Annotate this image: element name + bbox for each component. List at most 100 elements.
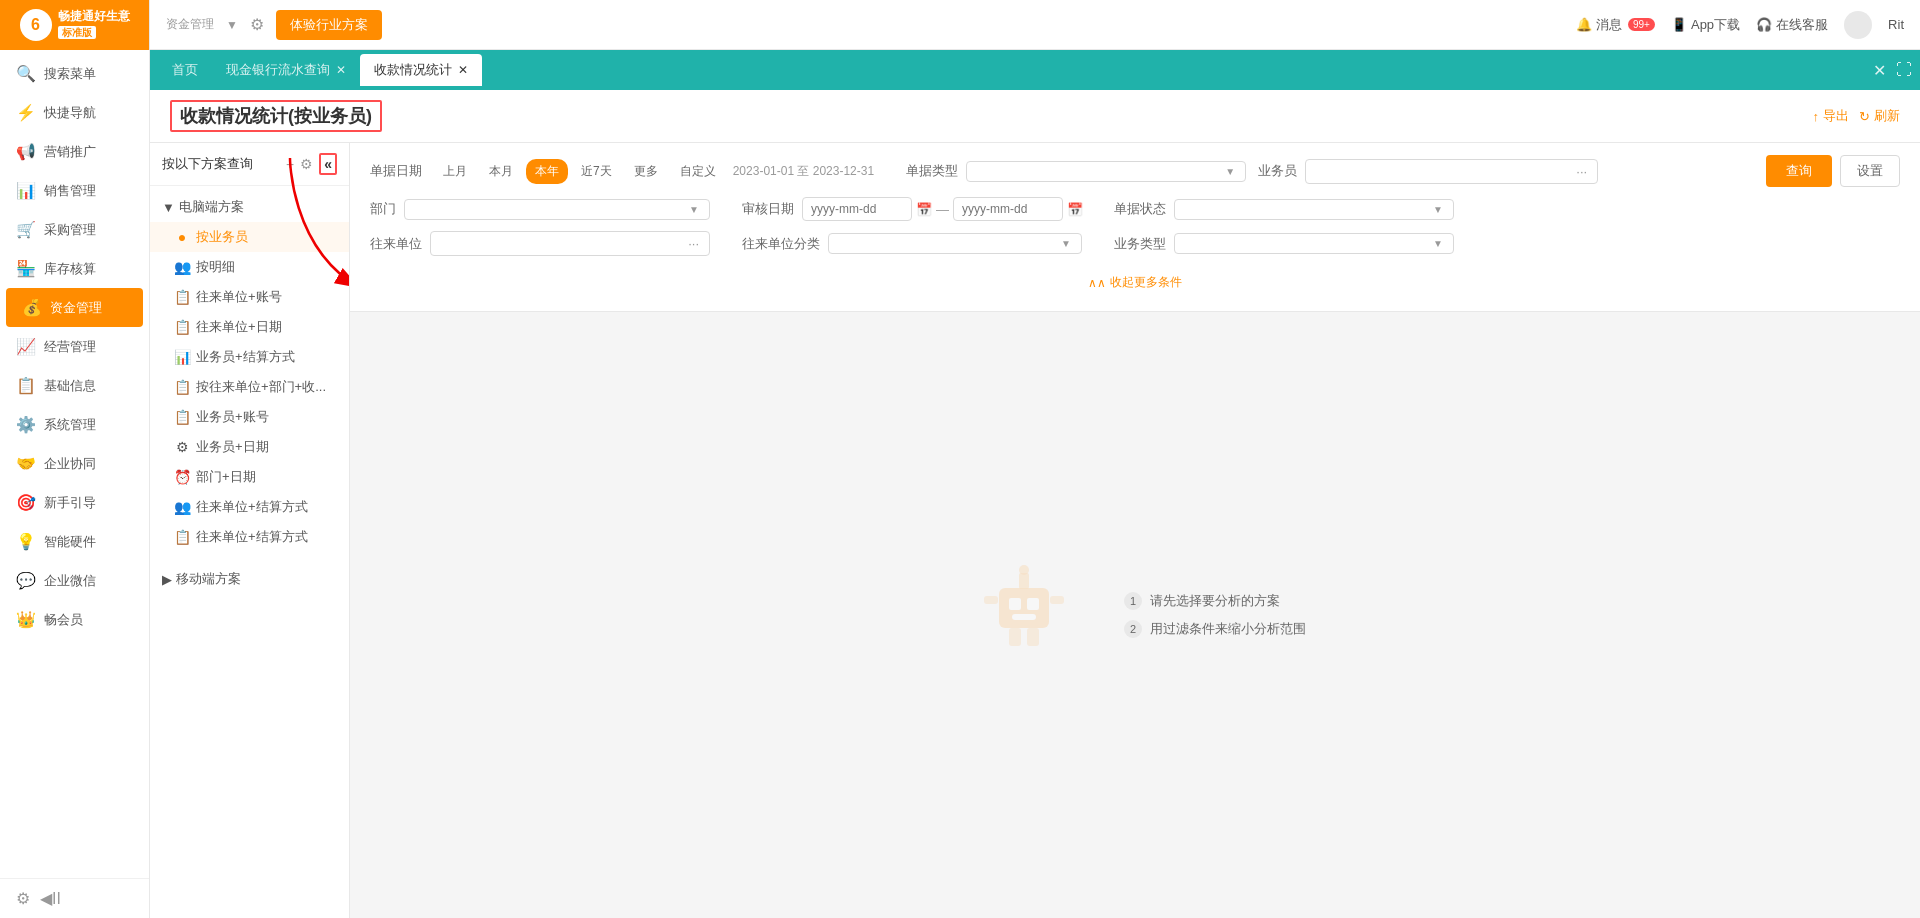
top-header: 资金管理 ▼ ⚙ 体验行业方案 🔔 消息 99+ 📱 App下载 🎧 在线客服 …	[150, 0, 1920, 50]
user-avatar[interactable]	[1844, 11, 1872, 39]
logo-text: 畅捷通好生意 标准版	[58, 9, 130, 40]
review-date-start-input[interactable]	[802, 197, 912, 221]
tree-item-salesperson-date[interactable]: ⚙ 业务员+日期	[150, 432, 349, 462]
logo-area: 6 畅捷通好生意 标准版	[0, 0, 149, 50]
refresh-btn[interactable]: ↻ 刷新	[1859, 107, 1900, 125]
salesperson-select[interactable]: ···	[1305, 159, 1598, 184]
header-right: 🔔 消息 99+ 📱 App下载 🎧 在线客服 Rit	[1576, 11, 1904, 39]
tree-group-mobile[interactable]: ▶ 移动端方案	[150, 564, 349, 594]
sidebar-item-wechat[interactable]: 💬 企业微信	[0, 561, 149, 600]
wechat-icon: 💬	[16, 571, 36, 590]
step-2-num: 2	[1124, 620, 1142, 638]
settings-btn[interactable]: 设置	[1840, 155, 1900, 187]
shortcut-last-month[interactable]: 上月	[434, 159, 476, 184]
sidebar-item-inventory[interactable]: 🏪 库存核算	[0, 249, 149, 288]
counterpart-category-select[interactable]: ▼	[828, 233, 1082, 254]
tab-expand-icon[interactable]: ⛶	[1896, 61, 1912, 79]
sidebar-item-smart-hw[interactable]: 💡 智能硬件	[0, 522, 149, 561]
tree-item-unit-account[interactable]: 📋 往来单位+账号	[150, 282, 349, 312]
tab-home[interactable]: 首页	[158, 54, 212, 86]
tab-receipt-stats-close[interactable]: ✕	[458, 63, 468, 77]
voucher-status-label: 单据状态	[1114, 200, 1166, 218]
tree-item-unit-account-icon: 📋	[174, 289, 190, 305]
shortcut-custom[interactable]: 自定义	[671, 159, 725, 184]
sidebar-item-basic[interactable]: 📋 基础信息	[0, 366, 149, 405]
tab-bank-flow-close[interactable]: ✕	[336, 63, 346, 77]
tree-item-unit-dept-receipt[interactable]: 📋 按往来单位+部门+收...	[150, 372, 349, 402]
filter-area: 单据日期 上月 本月 本年 近7天 更多 自定义 2023-01-01 至 20…	[350, 143, 1920, 312]
tree-section-desktop: ▼ 电脑端方案 ● 按业务员 👥 按明细 📋 往来单位+账号	[150, 186, 349, 558]
tree-item-unit-settle2[interactable]: 📋 往来单位+结算方式	[150, 522, 349, 552]
sidebar-item-marketing[interactable]: 📢 营销推广	[0, 132, 149, 171]
shortcut-this-month[interactable]: 本月	[480, 159, 522, 184]
counterpart-select[interactable]: ···	[430, 231, 710, 256]
sidebar-item-purchase[interactable]: 🛒 采购管理	[0, 210, 149, 249]
page-header: 收款情况统计(按业务员) ↑ 导出 ↻ 刷新	[150, 90, 1920, 143]
tab-receipt-stats[interactable]: 收款情况统计 ✕	[360, 54, 482, 86]
sidebar-bottom: ⚙ ◀II	[0, 878, 149, 918]
empty-steps: 1 请先选择要分析的方案 2 用过滤条件来缩小分析范围	[1124, 592, 1306, 638]
tree-item-dept-date-icon: ⏰	[174, 469, 190, 485]
tab-bar: 首页 现金银行流水查询 ✕ 收款情况统计 ✕ ✕ ⛶	[150, 50, 1920, 90]
voucher-status-select[interactable]: ▼	[1174, 199, 1454, 220]
business-type-field: 业务类型 ▼	[1114, 233, 1454, 254]
shortcut-last7[interactable]: 近7天	[572, 159, 621, 184]
counterpart-more-icon[interactable]: ···	[688, 236, 699, 251]
sidebar-collapse-icon[interactable]: ◀II	[40, 889, 61, 908]
sidebar-item-system[interactable]: ⚙️ 系统管理	[0, 405, 149, 444]
review-date-end-input[interactable]	[953, 197, 1063, 221]
left-panel-title: 按以下方案查询	[162, 155, 253, 173]
sidebar-item-capital[interactable]: 💰 资金管理	[6, 288, 143, 327]
trial-btn[interactable]: 体验行业方案	[276, 10, 382, 40]
sidebar-item-search-menu[interactable]: 🔍 搜索菜单	[0, 54, 149, 93]
voucher-type-select[interactable]: ▼	[966, 161, 1246, 182]
date-shortcuts: 上月 本月 本年 近7天 更多 自定义 2023-01-01 至 2023-12…	[434, 159, 874, 184]
tree-item-unit-dept-icon: 📋	[174, 379, 190, 395]
tree-item-dept-date[interactable]: ⏰ 部门+日期	[150, 462, 349, 492]
sidebar-item-enterprise[interactable]: 🤝 企业协同	[0, 444, 149, 483]
business-type-select[interactable]: ▼	[1174, 233, 1454, 254]
header-settings-icon[interactable]: ⚙	[250, 15, 264, 34]
notifications-item[interactable]: 🔔 消息 99+	[1576, 16, 1655, 34]
scheme-settings-icon[interactable]: ⚙	[300, 156, 313, 172]
sidebar-item-quick-nav[interactable]: ⚡ 快捷导航	[0, 93, 149, 132]
basic-icon: 📋	[16, 376, 36, 395]
header-dropdown-icon[interactable]: ▼	[226, 18, 238, 32]
shortcut-this-year[interactable]: 本年	[526, 159, 568, 184]
sidebar-settings-icon[interactable]: ⚙	[16, 889, 30, 908]
enterprise-icon: 🤝	[16, 454, 36, 473]
salesperson-field: 业务员 ···	[1258, 159, 1598, 184]
tree-item-unit-settle1[interactable]: 👥 往来单位+结算方式	[150, 492, 349, 522]
tree-item-salesperson-settlement[interactable]: 📊 业务员+结算方式	[150, 342, 349, 372]
user-name: Rit	[1888, 17, 1904, 32]
collapse-panel-icon[interactable]: «	[319, 153, 337, 175]
voucher-type-chevron: ▼	[1225, 166, 1235, 177]
review-date-field: 审核日期 📅 — 📅	[742, 197, 1082, 221]
counterpart-field: 往来单位 ···	[370, 231, 710, 256]
tree-item-salesperson-account[interactable]: 📋 业务员+账号	[150, 402, 349, 432]
sidebar-item-sales[interactable]: 📊 销售管理	[0, 171, 149, 210]
counterpart-label: 往来单位	[370, 235, 422, 253]
tab-bank-flow[interactable]: 现金银行流水查询 ✕	[212, 54, 360, 86]
capital-icon: 💰	[22, 298, 42, 317]
salesperson-more-icon[interactable]: ···	[1576, 164, 1587, 179]
dept-select[interactable]: ▼	[404, 199, 710, 220]
tree-group-desktop[interactable]: ▼ 电脑端方案	[150, 192, 349, 222]
sidebar-item-operations[interactable]: 📈 经营管理	[0, 327, 149, 366]
collapse-row[interactable]: ∧∧ 收起更多条件	[370, 266, 1900, 299]
export-btn[interactable]: ↑ 导出	[1813, 107, 1850, 125]
app-download-item[interactable]: 📱 App下载	[1671, 16, 1740, 34]
tree-item-unit-date[interactable]: 📋 往来单位+日期	[150, 312, 349, 342]
shortcut-more[interactable]: 更多	[625, 159, 667, 184]
search-menu-icon: 🔍	[16, 64, 36, 83]
add-scheme-icon[interactable]: +	[286, 156, 294, 172]
tree-item-by-detail[interactable]: 👥 按明细	[150, 252, 349, 282]
tab-close-all-icon[interactable]: ✕	[1873, 61, 1886, 80]
online-service-item[interactable]: 🎧 在线客服	[1756, 16, 1828, 34]
sidebar-item-member[interactable]: 👑 畅会员	[0, 600, 149, 639]
sidebar-item-newbie[interactable]: 🎯 新手引导	[0, 483, 149, 522]
empty-step-1: 1 请先选择要分析的方案	[1124, 592, 1306, 610]
query-btn[interactable]: 查询	[1766, 155, 1832, 187]
bell-icon: 🔔	[1576, 17, 1592, 32]
tree-item-by-salesperson[interactable]: ● 按业务员	[150, 222, 349, 252]
